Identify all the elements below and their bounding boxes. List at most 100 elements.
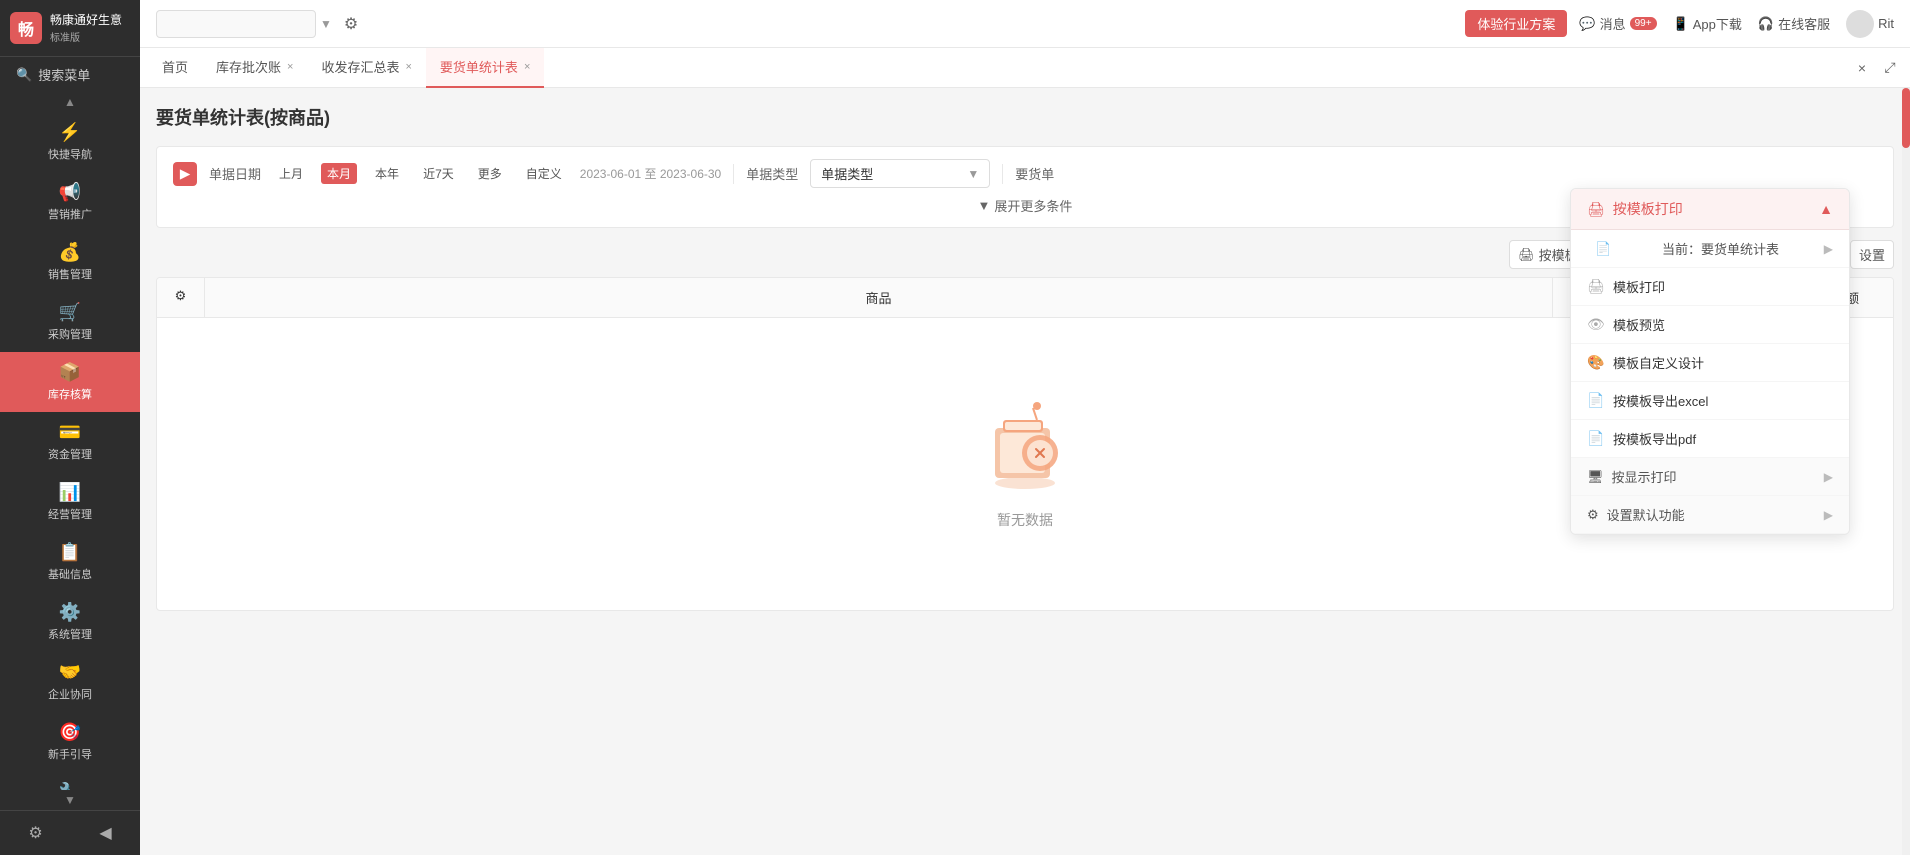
- window-close-btn[interactable]: ×: [1850, 56, 1874, 80]
- sidebar-item-enterprise[interactable]: 🤝 企业协同: [0, 652, 140, 712]
- filter-divider: [733, 164, 734, 184]
- doc-type-select[interactable]: 单据类型 ▼: [810, 159, 990, 188]
- dp-excel-icon: 📄: [1587, 392, 1603, 409]
- quick-nav-icon: ⚡: [59, 122, 81, 143]
- date-btn-this-month[interactable]: 本月: [321, 163, 357, 184]
- tab-inventory-batch-close[interactable]: ×: [287, 61, 293, 73]
- sidebar-item-system[interactable]: ⚙️ 系统管理: [0, 592, 140, 652]
- tab-inventory-batch[interactable]: 库存批次账 ×: [202, 48, 307, 88]
- dp-item-export-excel[interactable]: 📄 按模板导出excel: [1571, 382, 1849, 420]
- dp-section-display-print[interactable]: 🖥 按显示打印 ▶: [1571, 458, 1849, 496]
- dp-section-display-arrow-icon: ▶: [1824, 470, 1833, 484]
- topbar: ▼ ⚙ 体验行业方案 💬 消息 99+ 📱 App下载 🎧 在线客服 Rit: [140, 0, 1910, 48]
- dp-item-template-custom[interactable]: 🎨 模板自定义设计: [1571, 344, 1849, 382]
- sidebar-label-basic: 基础信息: [48, 566, 92, 582]
- date-btn-more[interactable]: 更多: [472, 163, 508, 184]
- date-btn-last-month[interactable]: 上月: [273, 163, 309, 184]
- filter-row: ▶ 单据日期 上月 本月 本年 近7天 更多 自定义 2023-06-01 至 …: [173, 159, 1877, 188]
- sidebar-item-quick-nav[interactable]: ⚡ 快捷导航: [0, 112, 140, 172]
- dp-item-template-preview[interactable]: 👁 模板预览: [1571, 306, 1849, 344]
- dp-current-label: 当前：要货单统计表: [1662, 239, 1779, 258]
- expand-icon: ▶: [180, 166, 190, 182]
- topbar-chevron-icon[interactable]: ▼: [320, 17, 332, 31]
- dp-current-selection[interactable]: 📄 当前：要货单统计表 ▶: [1571, 230, 1849, 268]
- date-btn-custom[interactable]: 自定义: [520, 163, 568, 184]
- filter-expand-btn[interactable]: ▶: [173, 162, 197, 186]
- sidebar-label-quick-nav: 快捷导航: [48, 146, 92, 162]
- user-name: Rit: [1878, 16, 1894, 31]
- sidebar-item-finance[interactable]: 💳 资金管理: [0, 412, 140, 472]
- user-avatar-area[interactable]: Rit: [1846, 10, 1894, 38]
- template-print-dropdown: 🖨 按模板打印 ▲ 📄 当前：要货单统计表 ▶ 🖨 模板打印 👁 模板预览: [1570, 188, 1850, 535]
- printer-icon: 🖨: [1518, 247, 1535, 263]
- sidebar-item-purchase[interactable]: 🛒 采购管理: [0, 292, 140, 352]
- dp-item-export-pdf[interactable]: 📄 按模板导出pdf: [1571, 420, 1849, 458]
- online-service-btn[interactable]: 🎧 在线客服: [1758, 14, 1830, 33]
- settings-btn[interactable]: 设置: [1850, 240, 1894, 269]
- dp-section-set-default[interactable]: ⚙ 设置默认功能 ▶: [1571, 496, 1849, 534]
- dp-header-arrow-icon: ▲: [1819, 201, 1833, 217]
- sidebar-item-sales[interactable]: 💰 销售管理: [0, 232, 140, 292]
- close-icon: ×: [1858, 60, 1866, 76]
- empty-illustration: [975, 398, 1075, 498]
- sidebar-collapse-btn[interactable]: ◀: [99, 823, 111, 843]
- window-maximize-btn[interactable]: ⤢: [1878, 56, 1902, 80]
- expand-more-label: 展开更多条件: [994, 196, 1072, 215]
- date-btn-last7days[interactable]: 近7天: [417, 163, 460, 184]
- dp-item-template-custom-label: 模板自定义设计: [1613, 353, 1704, 372]
- scrollbar-thumb[interactable]: [1902, 88, 1910, 148]
- dp-header-left: 🖨 按模板打印: [1587, 199, 1683, 219]
- date-btn-this-year[interactable]: 本年: [369, 163, 405, 184]
- sidebar-label-enterprise: 企业协同: [48, 686, 92, 702]
- dp-item-export-excel-label: 按模板导出excel: [1613, 391, 1708, 410]
- tab-order-stats-close[interactable]: ×: [524, 61, 530, 73]
- app-download-label: App下载: [1693, 14, 1742, 33]
- sidebar-item-guide[interactable]: 🎯 新手引导: [0, 712, 140, 772]
- doc-type-label: 单据类型: [746, 164, 798, 183]
- appstore-icon: 🔧: [59, 782, 81, 790]
- sidebar-item-operation[interactable]: 📊 经营管理: [0, 472, 140, 532]
- trial-btn[interactable]: 体验行业方案: [1465, 10, 1567, 37]
- sidebar-item-appstore[interactable]: 🔧 应用中心: [0, 772, 140, 790]
- th-product: 商品: [205, 278, 1553, 317]
- tab-home[interactable]: 首页: [148, 48, 202, 88]
- scrollbar-track[interactable]: [1902, 88, 1910, 855]
- dp-section-set-default-label: 设置默认功能: [1607, 505, 1685, 524]
- sidebar-item-basic[interactable]: 📋 基础信息: [0, 532, 140, 592]
- sidebar-item-inventory[interactable]: 📦 库存核算: [0, 352, 140, 412]
- sidebar-item-marketing[interactable]: 📢 营销推广: [0, 172, 140, 232]
- sidebar-search[interactable]: 🔍 搜索菜单: [0, 57, 140, 92]
- dp-section-display-print-label: 按显示打印: [1612, 467, 1677, 486]
- tab-collection-summary-close[interactable]: ×: [405, 61, 411, 73]
- dp-header[interactable]: 🖨 按模板打印 ▲: [1571, 189, 1849, 230]
- dp-default-icon: ⚙: [1587, 507, 1599, 523]
- dp-header-title: 按模板打印: [1613, 199, 1683, 219]
- tab-collection-summary[interactable]: 收发存汇总表 ×: [307, 48, 425, 88]
- th-settings[interactable]: ⚙: [157, 278, 205, 317]
- message-icon: 💬: [1579, 16, 1595, 32]
- sidebar-footer: ⚙ ◀: [0, 810, 140, 855]
- sidebar-logo: 畅 畅康通好生意 标准版: [0, 0, 140, 57]
- topbar-right: 💬 消息 99+ 📱 App下载 🎧 在线客服 Rit: [1579, 10, 1894, 38]
- topbar-gear-icon[interactable]: ⚙: [344, 14, 358, 34]
- sidebar-nav: ⚡ 快捷导航 📢 营销推广 💰 销售管理 🛒 采购管理 📦 库存核算 💳 资金管…: [0, 112, 140, 790]
- sidebar-scroll-down[interactable]: ▼: [0, 790, 140, 810]
- expand-more-icon: ▼: [978, 198, 991, 213]
- app-name-block: 畅康通好生意 标准版: [50, 12, 122, 44]
- enterprise-icon: 🤝: [59, 662, 81, 683]
- dp-item-template-print[interactable]: 🖨 模板打印: [1571, 268, 1849, 306]
- maximize-icon: ⤢: [1884, 59, 1895, 76]
- guide-icon: 🎯: [59, 722, 81, 743]
- sidebar-settings-btn[interactable]: ⚙: [28, 823, 42, 843]
- basic-icon: 📋: [59, 542, 81, 563]
- tab-order-stats[interactable]: 要货单统计表 ×: [426, 48, 544, 88]
- empty-text: 暂无数据: [997, 510, 1053, 530]
- expand-more-btn[interactable]: ▼ 展开更多条件: [978, 196, 1073, 215]
- messages-btn[interactable]: 💬 消息 99+: [1579, 14, 1656, 33]
- topbar-search-input[interactable]: [156, 10, 316, 38]
- dp-file-icon: 📄: [1595, 241, 1611, 257]
- dp-section-default-arrow-icon: ▶: [1824, 508, 1833, 522]
- app-download-btn[interactable]: 📱 App下载: [1673, 14, 1742, 33]
- sidebar-scroll-up[interactable]: ▲: [0, 92, 140, 112]
- sidebar-label-operation: 经营管理: [48, 506, 92, 522]
